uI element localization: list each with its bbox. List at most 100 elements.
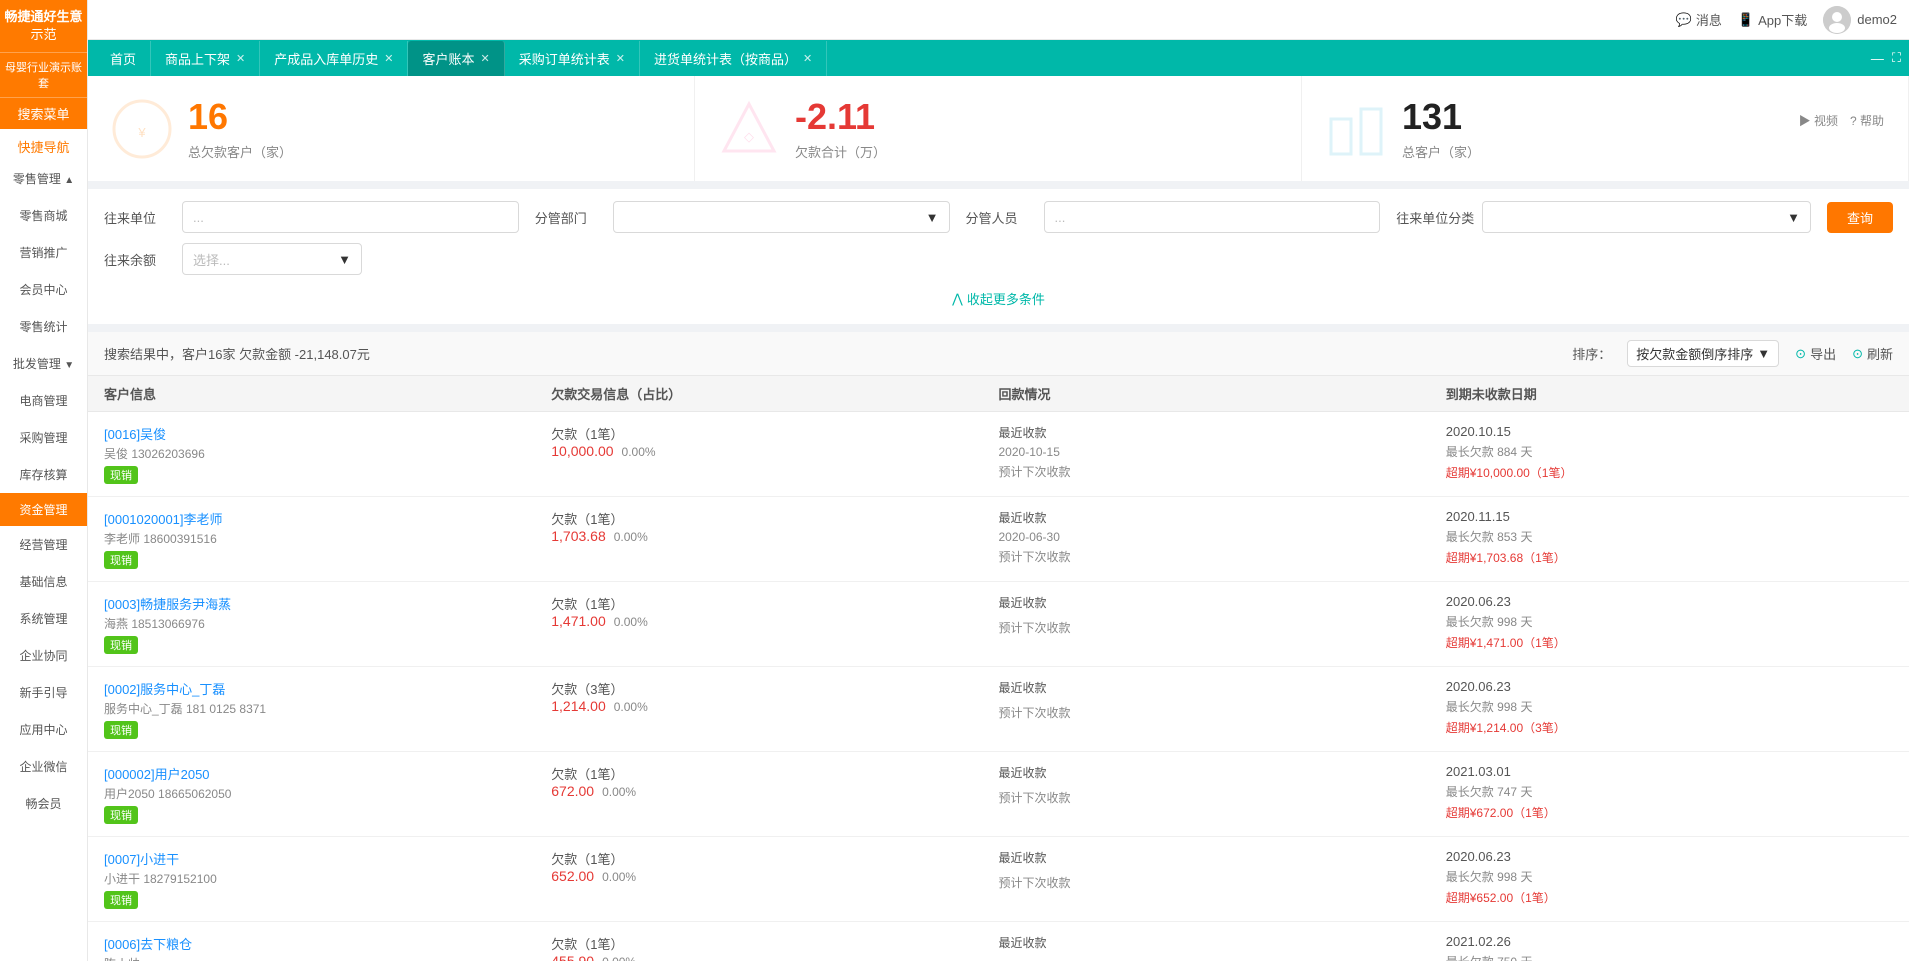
dept-select[interactable]: ▼ (613, 201, 950, 233)
customer-name-4[interactable]: [0002]服务中心_丁磊 (104, 679, 551, 698)
sidebar-item-apps[interactable]: 应用中心 (4, 713, 83, 746)
customer-phone-6: 小进干 18279152100 (104, 870, 551, 887)
sidebar-logo[interactable]: 畅捷通好生意 示范 (0, 0, 87, 52)
sidebar-item-member[interactable]: 会员中心 (4, 273, 83, 306)
collapse-icon: ⋀ (952, 291, 963, 307)
unit-class-select[interactable]: ▼ (1482, 201, 1811, 233)
debt-amount-4[interactable]: 1,214.00 (551, 698, 606, 714)
balance-select[interactable]: 选择... ▼ (182, 243, 362, 275)
debt-amount-3[interactable]: 1,471.00 (551, 613, 606, 629)
sidebar-item-retail-store[interactable]: 零售商城 (4, 199, 83, 232)
video-btn[interactable]: ▶ 视频 (1799, 112, 1838, 129)
debt-percent-3: 0.00% (614, 615, 648, 629)
sidebar-item-newbie[interactable]: 新手引导 (4, 676, 83, 709)
sidebar-item-enterprise[interactable]: 企业协同 (4, 639, 83, 672)
tab-product-listing[interactable]: 商品上下架 ✕ (151, 41, 260, 76)
sidebar-item-system[interactable]: 系统管理 (4, 602, 83, 635)
customer-name-5[interactable]: [000002]用户2050 (104, 764, 551, 783)
collection-2: 最近收款 2020-06-30 预计下次收款 (999, 509, 1446, 565)
sidebar-item-finance[interactable]: 资金管理 (0, 493, 87, 526)
sort-chevron-icon: ▼ (1757, 346, 1770, 361)
collapse-filter-btn[interactable]: ⋀ 收起更多条件 (104, 285, 1893, 312)
table-row: [0007]小进干 小进干 18279152100 现销 欠款（1笔） 652.… (88, 837, 1909, 922)
sidebar-item-basic-info[interactable]: 基础信息 (4, 565, 83, 598)
tab-customer-ledger[interactable]: 客户账本 ✕ (408, 41, 504, 76)
sidebar-item-marketing[interactable]: 营销推广 (4, 236, 83, 269)
debt-amount-2[interactable]: 1,703.68 (551, 528, 606, 544)
customer-name-7[interactable]: [0006]去下粮仓 (104, 934, 551, 953)
sidebar-item-vip[interactable]: 畅会员 (4, 787, 83, 820)
sidebar-item-retail-stats[interactable]: 零售统计 (4, 310, 83, 343)
export-btn[interactable]: ⊙ 导出 (1795, 344, 1836, 363)
app-download-btn[interactable]: 📱 App下载 (1738, 10, 1807, 29)
sidebar-item-wholesale[interactable]: 批发管理 ▼ (4, 347, 83, 380)
help-btn[interactable]: ? 帮助 (1850, 112, 1884, 129)
customer-info-2: [0001020001]李老师 李老师 18600391516 现销 (104, 509, 551, 569)
tab-purchase-stats[interactable]: 采购订单统计表 ✕ (505, 41, 640, 76)
tab-stock-stats-close[interactable]: ✕ (803, 52, 812, 65)
person-input[interactable]: ... (1044, 201, 1381, 233)
customer-name-1[interactable]: [0016]吴俊 (104, 424, 551, 443)
customer-name-2[interactable]: [0001020001]李老师 (104, 509, 551, 528)
recent-label-5: 最近收款 (999, 764, 1446, 781)
tab-home[interactable]: 首页 (96, 41, 151, 76)
recent-label-6: 最近收款 (999, 849, 1446, 866)
sidebar-industry[interactable]: 母婴行业演示账套 (0, 52, 87, 97)
sidebar-item-retail-mgmt[interactable]: 零售管理 ▲ (4, 162, 83, 195)
sidebar-item-purchase[interactable]: 采购管理 (4, 421, 83, 454)
filter-unit-class: 往来单位分类 ▼ (1396, 201, 1811, 233)
debt-amount-5[interactable]: 672.00 (551, 783, 594, 799)
tab-customer-ledger-close[interactable]: ✕ (481, 52, 490, 65)
sidebar-item-operation[interactable]: 经营管理 (4, 528, 83, 561)
tab-stock-stats[interactable]: 进货单统计表（按商品） ✕ (640, 41, 827, 76)
search-button[interactable]: 查询 (1827, 202, 1893, 233)
overdue-days-3: 最长欠款 998 天 (1446, 613, 1893, 630)
due-5: 2021.03.01 最长欠款 747 天 超期¥672.00（1笔） (1446, 764, 1893, 821)
customer-name-3[interactable]: [0003]畅捷服务尹海蒸 (104, 594, 551, 613)
search-menu-btn[interactable]: 搜索菜单 (0, 97, 87, 129)
overdue-amount-6[interactable]: 超期¥652.00（1笔） (1446, 889, 1893, 906)
sidebar-item-weixin[interactable]: 企业微信 (4, 750, 83, 783)
table-row: [0002]服务中心_丁磊 服务中心_丁磊 181 0125 8371 现销 欠… (88, 667, 1909, 752)
sidebar-item-inventory[interactable]: 库存核算 (4, 458, 83, 491)
overdue-amount-3[interactable]: 超期¥1,471.00（1笔） (1446, 634, 1893, 651)
app-download-label: App下载 (1758, 10, 1807, 29)
customer-name-6[interactable]: [0007]小进干 (104, 849, 551, 868)
tab-product-history[interactable]: 产成品入库单历史 ✕ (260, 41, 408, 76)
tab-stock-stats-label: 进货单统计表（按商品） (654, 49, 797, 68)
tab-product-history-close[interactable]: ✕ (384, 52, 393, 65)
sidebar-item-ecommerce[interactable]: 电商管理 (4, 384, 83, 417)
tab-product-listing-label: 商品上下架 (165, 49, 230, 68)
debt-amount-1[interactable]: 10,000.00 (551, 443, 613, 459)
filter-from-unit: 往来单位 ... (104, 201, 519, 233)
overdue-amount-1[interactable]: 超期¥10,000.00（1笔） (1446, 464, 1893, 481)
debt-amount-7[interactable]: 455.90 (551, 953, 594, 961)
from-unit-input[interactable]: ... (182, 201, 519, 233)
message-btn[interactable]: 💬 消息 (1676, 10, 1722, 29)
quick-nav-btn[interactable]: 快捷导航 (0, 129, 87, 160)
tab-maximize-icon[interactable]: ⛶ (1892, 50, 1901, 66)
topbar: 💬 消息 📱 App下载 demo2 (88, 0, 1909, 40)
user-menu-btn[interactable]: demo2 (1823, 6, 1897, 34)
recent-label-4: 最近收款 (999, 679, 1446, 696)
page-content: ¥ 16 总欠款客户（家） ◇ -2.11 欠款合计（万） (88, 76, 1909, 961)
overdue-amount-5[interactable]: 超期¥672.00（1笔） (1446, 804, 1893, 821)
tab-minimize-icon[interactable]: — (1871, 51, 1884, 66)
stat-label-customers: 总客户（家） (1402, 142, 1480, 161)
tab-product-listing-close[interactable]: ✕ (236, 52, 245, 65)
quick-nav-label: 快捷导航 (17, 140, 69, 155)
debt-amount-6[interactable]: 652.00 (551, 868, 594, 884)
debt-count-7: 欠款（1笔） (551, 934, 998, 953)
stat-label-debt: 总欠款客户（家） (188, 142, 292, 161)
due-date-1: 2020.10.15 (1446, 424, 1893, 439)
filter-row-2: 往来余额 选择... ▼ (104, 243, 1893, 275)
customer-tag-5: 现销 (104, 806, 138, 824)
tab-purchase-stats-close[interactable]: ✕ (616, 52, 625, 65)
refresh-btn[interactable]: ⊙ 刷新 (1852, 344, 1893, 363)
customer-info-5: [000002]用户2050 用户2050 18665062050 现销 (104, 764, 551, 824)
overdue-amount-4[interactable]: 超期¥1,214.00（3笔） (1446, 719, 1893, 736)
customer-phone-1: 吴俊 13026203696 (104, 445, 551, 462)
sort-select[interactable]: 按欠款金额倒序排序 ▼ (1627, 340, 1779, 367)
username-label: demo2 (1857, 12, 1897, 27)
overdue-amount-2[interactable]: 超期¥1,703.68（1笔） (1446, 549, 1893, 566)
